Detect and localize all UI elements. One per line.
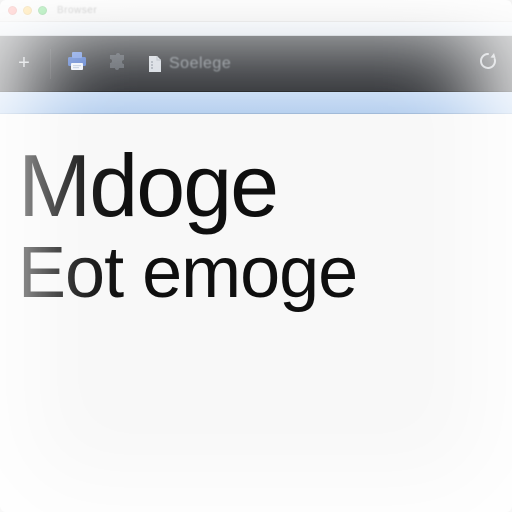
app-shortcut-1[interactable] [63,50,91,78]
content-heading-2: Eot emoge [18,236,502,312]
reload-button[interactable] [474,50,502,78]
reload-icon [478,51,498,77]
puzzle-icon [107,51,127,77]
close-window-button[interactable] [8,6,17,15]
printer-icon [66,51,88,77]
page-content: Mdoge Eot emoge [0,114,512,322]
content-heading-1: Mdoge [18,142,502,230]
window-title: Browser [57,5,97,16]
title-bar: Browser [0,0,512,22]
browser-window: Browser + [0,0,512,512]
minimize-window-button[interactable] [23,6,32,15]
page-icon [147,55,163,73]
tab-strip[interactable] [0,22,512,36]
toolbar: + [0,36,512,92]
bookmark-bar[interactable] [0,92,512,114]
new-tab-button[interactable]: + [10,50,38,78]
window-controls [8,6,47,15]
address-bar[interactable]: Soelege [147,55,231,73]
toolbar-separator [50,49,51,79]
address-bar-text: Soelege [169,55,231,73]
maximize-window-button[interactable] [38,6,47,15]
app-shortcut-2[interactable] [103,50,131,78]
plus-icon: + [18,52,30,75]
